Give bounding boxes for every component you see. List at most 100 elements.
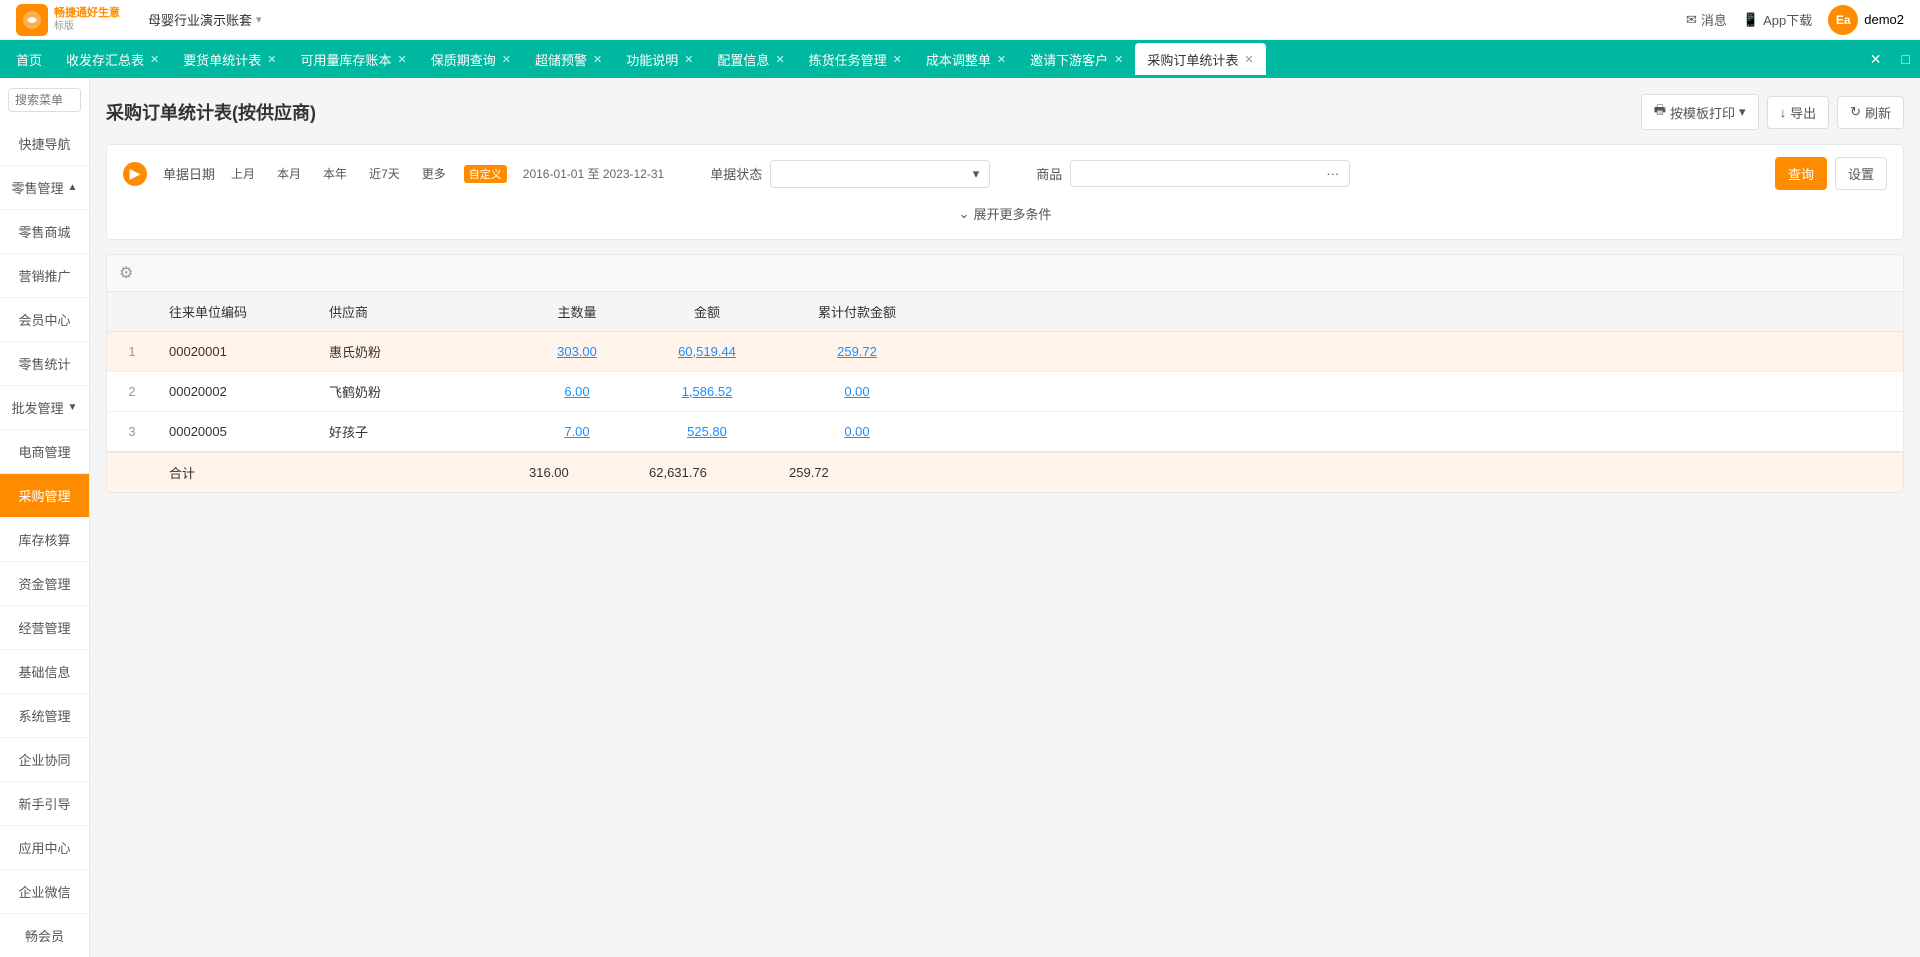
sidebar-item-system[interactable]: 系统管理 bbox=[0, 694, 89, 738]
print-button[interactable]: 🖶 按模板打印 ▾ bbox=[1641, 94, 1759, 130]
sidebar-item-retail[interactable]: 零售管理 ▲ bbox=[0, 166, 89, 210]
tab-peihuorenwu[interactable]: 拣货任务管理 ✕ bbox=[797, 43, 914, 75]
cell-paid-amount[interactable]: 0.00 bbox=[777, 412, 937, 453]
tab-peizhi[interactable]: 配置信息 ✕ bbox=[705, 43, 796, 75]
cell-amount[interactable]: 1,586.52 bbox=[637, 372, 777, 412]
sidebar-item-enterprise[interactable]: 企业协同 bbox=[0, 738, 89, 782]
query-button[interactable]: 查询 bbox=[1775, 157, 1827, 190]
column-config-icon[interactable]: ⚙ bbox=[119, 263, 133, 283]
sidebar-item-marketing[interactable]: 营销推广 bbox=[0, 254, 89, 298]
sidebar-item-operations[interactable]: 经营管理 bbox=[0, 606, 89, 650]
filter-row: ▶ 单据日期 上月 本月 本年 近7天 更多 自定义 bbox=[123, 157, 1887, 190]
sidebar-item-appcenter[interactable]: 应用中心 bbox=[0, 826, 89, 870]
close-icon[interactable]: ✕ bbox=[502, 53, 511, 66]
page-actions: 🖶 按模板打印 ▾ ↓ 导出 ↻ 刷新 bbox=[1641, 94, 1904, 130]
date-shortcut-lastmonth[interactable]: 上月 bbox=[223, 163, 263, 184]
filter-toggle-button[interactable]: ▶ bbox=[123, 162, 147, 186]
cell-amount[interactable]: 60,519.44 bbox=[637, 332, 777, 372]
date-filter: 单据日期 上月 本月 本年 近7天 更多 自定义 bbox=[163, 163, 507, 184]
cell-extra bbox=[937, 332, 1903, 372]
tab-yaohuodingdan[interactable]: 要货单统计表 ✕ bbox=[171, 43, 288, 75]
cell-quantity[interactable]: 303.00 bbox=[517, 332, 637, 372]
goods-input[interactable]: ··· bbox=[1070, 160, 1350, 187]
close-icon[interactable]: ✕ bbox=[775, 53, 784, 66]
sidebar-item-ecommerce[interactable]: 电商管理 bbox=[0, 430, 89, 474]
close-icon[interactable]: ✕ bbox=[684, 53, 693, 66]
close-icon[interactable]: ✕ bbox=[593, 53, 602, 66]
cell-quantity[interactable]: 7.00 bbox=[517, 412, 637, 453]
logo-area: 畅捷通好生意 标版 bbox=[16, 4, 120, 36]
date-shortcut-thismonth[interactable]: 本月 bbox=[269, 163, 309, 184]
cell-paid-amount[interactable]: 259.72 bbox=[777, 332, 937, 372]
workspace-selector[interactable]: 母婴行业演示账套 ▾ bbox=[148, 10, 262, 29]
page-header: 采购订单统计表(按供应商) 🖶 按模板打印 ▾ ↓ 导出 ↻ 刷新 bbox=[106, 94, 1904, 130]
cell-extra bbox=[937, 412, 1903, 453]
top-bar-left: 畅捷通好生意 标版 母婴行业演示账套 ▾ bbox=[16, 4, 262, 36]
sidebar-item-membership[interactable]: 畅会员 bbox=[0, 914, 89, 957]
expand-more-button[interactable]: ⌄ 展开更多条件 bbox=[951, 200, 1060, 227]
tab-yaoqing[interactable]: 邀请下游客户 ✕ bbox=[1018, 43, 1135, 75]
phone-icon: 📱 bbox=[1743, 12, 1759, 28]
tab-caigoudingdan[interactable]: 采购订单统计表 ✕ bbox=[1135, 43, 1265, 75]
footer-paid-amount: 259.72 bbox=[777, 452, 937, 492]
search-menu-area bbox=[0, 78, 89, 122]
close-icon[interactable]: ✕ bbox=[997, 53, 1006, 66]
col-quantity: 主数量 bbox=[517, 292, 637, 332]
sidebar-item-finance[interactable]: 资金管理 bbox=[0, 562, 89, 606]
cell-amount[interactable]: 525.80 bbox=[637, 412, 777, 453]
goods-label: 商品 bbox=[1036, 164, 1062, 183]
tab-chaochuyujing[interactable]: 超储预警 ✕ bbox=[523, 43, 614, 75]
col-extra bbox=[937, 292, 1903, 332]
tab-chengben[interactable]: 成本调整单 ✕ bbox=[914, 43, 1018, 75]
close-window-icon[interactable]: ✕ bbox=[1864, 49, 1888, 70]
chevron-down-icon: ▾ bbox=[973, 166, 980, 182]
tab-home[interactable]: 首页 bbox=[4, 43, 54, 75]
user-menu[interactable]: Ea demo2 bbox=[1828, 5, 1904, 35]
page-content: 采购订单统计表(按供应商) 🖶 按模板打印 ▾ ↓ 导出 ↻ 刷新 bbox=[90, 78, 1920, 957]
maximize-window-icon[interactable]: □ bbox=[1896, 49, 1916, 69]
date-shortcut-thisyear[interactable]: 本年 bbox=[315, 163, 355, 184]
export-button[interactable]: ↓ 导出 bbox=[1767, 96, 1830, 129]
sidebar-item-retailstats[interactable]: 零售统计 bbox=[0, 342, 89, 386]
close-icon[interactable]: ✕ bbox=[267, 53, 276, 66]
search-input[interactable] bbox=[8, 88, 81, 112]
sidebar-item-retailshop[interactable]: 零售商城 bbox=[0, 210, 89, 254]
tab-shoufahuizong[interactable]: 收发存汇总表 ✕ bbox=[54, 43, 171, 75]
table-toolbar: ⚙ bbox=[107, 255, 1903, 292]
status-label: 单据状态 bbox=[710, 164, 762, 183]
footer-supplier bbox=[317, 452, 517, 492]
status-select[interactable]: ▾ bbox=[770, 160, 990, 188]
close-icon[interactable]: ✕ bbox=[150, 53, 159, 66]
cell-paid-amount[interactable]: 0.00 bbox=[777, 372, 937, 412]
close-icon[interactable]: ✕ bbox=[398, 53, 407, 66]
message-button[interactable]: ✉ 消息 bbox=[1686, 10, 1727, 29]
footer-quantity: 316.00 bbox=[517, 452, 637, 492]
sidebar-item-purchase[interactable]: 采购管理 bbox=[0, 474, 89, 518]
settings-button[interactable]: 设置 bbox=[1835, 157, 1887, 190]
sidebar-item-quicknav[interactable]: 快捷导航 bbox=[0, 122, 89, 166]
sidebar-item-members[interactable]: 会员中心 bbox=[0, 298, 89, 342]
date-shortcut-more[interactable]: 更多 bbox=[414, 163, 454, 184]
tab-keyong[interactable]: 可用量库存账本 ✕ bbox=[288, 43, 418, 75]
more-icon: ··· bbox=[1326, 166, 1339, 181]
col-supplier: 供应商 bbox=[317, 292, 517, 332]
close-icon[interactable]: ✕ bbox=[1114, 53, 1123, 66]
sidebar-item-wholesale[interactable]: 批发管理 ▼ bbox=[0, 386, 89, 430]
refresh-button[interactable]: ↻ 刷新 bbox=[1837, 96, 1904, 129]
close-icon[interactable]: ✕ bbox=[893, 53, 902, 66]
goods-filter: 商品 ··· bbox=[1036, 160, 1350, 187]
date-shortcut-7days[interactable]: 近7天 bbox=[361, 163, 408, 184]
export-icon: ↓ bbox=[1780, 105, 1787, 120]
date-range-value: 2016-01-01 至 2023-12-31 bbox=[523, 165, 664, 182]
close-icon[interactable]: ✕ bbox=[1244, 53, 1253, 66]
cell-quantity[interactable]: 6.00 bbox=[517, 372, 637, 412]
cell-supplier: 飞鹤奶粉 bbox=[317, 372, 517, 412]
sidebar-item-corpwechat[interactable]: 企业微信 bbox=[0, 870, 89, 914]
sidebar-item-basicinfo[interactable]: 基础信息 bbox=[0, 650, 89, 694]
app-download-button[interactable]: 📱 App下载 bbox=[1743, 10, 1812, 29]
sidebar-item-inventory[interactable]: 库存核算 bbox=[0, 518, 89, 562]
top-bar: 畅捷通好生意 标版 母婴行业演示账套 ▾ ✉ 消息 📱 App下载 Ea dem… bbox=[0, 0, 1920, 40]
sidebar-item-newguide[interactable]: 新手引导 bbox=[0, 782, 89, 826]
tab-baozhi[interactable]: 保质期查询 ✕ bbox=[419, 43, 523, 75]
tab-gongneng[interactable]: 功能说明 ✕ bbox=[614, 43, 705, 75]
